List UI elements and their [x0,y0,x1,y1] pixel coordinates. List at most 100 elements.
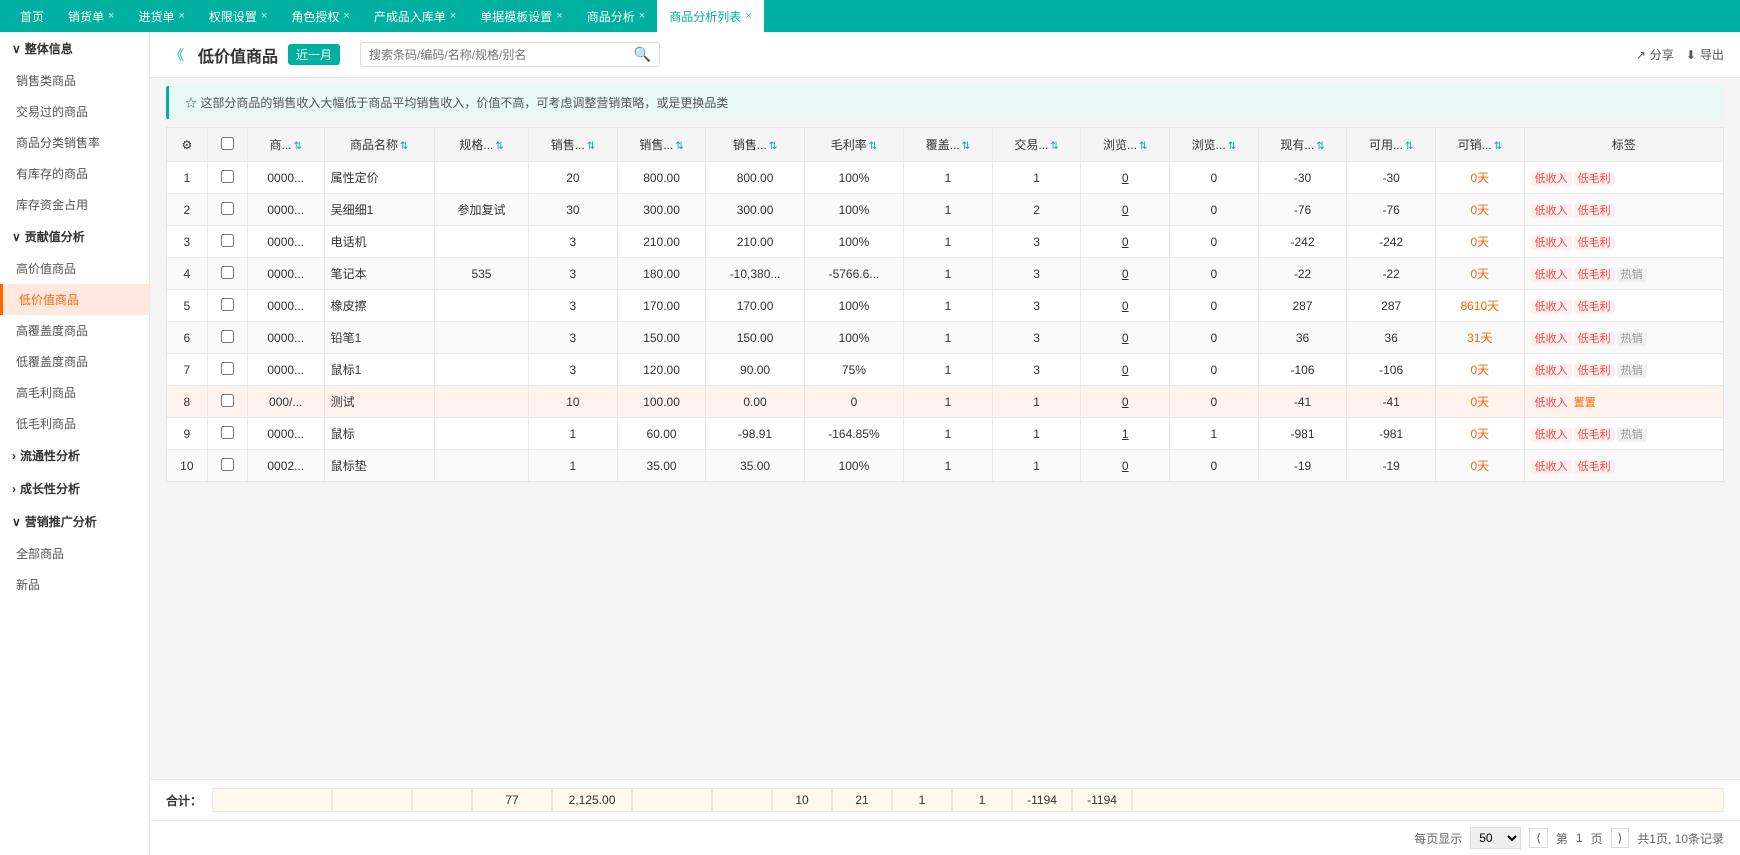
row-select-checkbox[interactable] [221,298,234,311]
sidebar-item-high-margin[interactable]: 高毛利商品 [0,377,149,408]
browse-link[interactable]: 0 [1122,331,1129,345]
sidebar-item-high-coverage[interactable]: 高覆盖度商品 [0,315,149,346]
date-badge[interactable]: 近一月 [288,44,340,65]
select-all-checkbox[interactable] [221,137,234,150]
sidebar-item-traded-goods[interactable]: 交易过的商品 [0,96,149,127]
sidebar-item-low-margin[interactable]: 低毛利商品 [0,408,149,439]
nav-close-icon[interactable]: × [178,10,184,22]
nav-close-icon[interactable]: × [450,10,456,22]
column-name[interactable]: 商品名称⇅ [324,128,434,162]
row-name[interactable]: 鼠标1 [324,354,434,386]
row-name[interactable]: 电话机 [324,226,434,258]
row-name[interactable]: 测试 [324,386,434,418]
export-button[interactable]: ⬇ 导出 [1686,46,1724,63]
row-name[interactable]: 吴细细1 [324,194,434,226]
nav-close-icon[interactable]: × [108,10,114,22]
column-coverage[interactable]: 覆盖...⇅ [904,128,993,162]
column-sales-qty[interactable]: 销售...⇅ [529,128,618,162]
nav-close-icon[interactable]: × [556,10,562,22]
row-checkbox[interactable] [207,162,247,194]
sidebar-group-growth[interactable]: › 成长性分析 [0,472,149,505]
column-transaction[interactable]: 交易...⇅ [992,128,1081,162]
column-available[interactable]: 可用...⇅ [1347,128,1436,162]
row-select-checkbox[interactable] [221,330,234,343]
column-tags[interactable]: 标签 [1524,128,1723,162]
per-page-select[interactable]: 50 100 200 [1470,827,1521,849]
browse-link[interactable]: 0 [1122,459,1129,473]
row-checkbox[interactable] [207,450,247,482]
column-spec[interactable]: 规格...⇅ [434,128,528,162]
sidebar-item-high-value[interactable]: 高价值商品 [0,253,149,284]
column-sellable[interactable]: 可销...⇅ [1435,128,1524,162]
sidebar-group-marketing[interactable]: ∨ 营销推广分析 [0,505,149,538]
sidebar-item-all-goods[interactable]: 全部商品 [0,538,149,569]
browse-link[interactable]: 0 [1122,363,1129,377]
nav-purchase-order[interactable]: 进货单 × [126,0,196,32]
nav-close-icon[interactable]: × [343,10,349,22]
row-browse1[interactable]: 0 [1081,258,1170,290]
row-select-checkbox[interactable] [221,458,234,471]
row-checkbox[interactable] [207,322,247,354]
nav-finished-goods[interactable]: 产成品入库单 × [362,0,468,32]
row-name[interactable]: 属性定价 [324,162,434,194]
sidebar-item-category-rate[interactable]: 商品分类销售率 [0,127,149,158]
nav-close-icon[interactable]: × [261,10,267,22]
row-browse1[interactable]: 0 [1081,354,1170,386]
first-page-button[interactable]: ⟨ [1529,828,1548,848]
column-margin[interactable]: 毛利率⇅ [804,128,903,162]
sidebar-item-low-coverage[interactable]: 低覆盖度商品 [0,346,149,377]
row-checkbox[interactable] [207,354,247,386]
row-name[interactable]: 鼠标 [324,418,434,450]
browse-link[interactable]: 0 [1122,235,1129,249]
browse-link[interactable]: 0 [1122,299,1129,313]
row-checkbox[interactable] [207,386,247,418]
row-select-checkbox[interactable] [221,394,234,407]
sidebar-item-sales-goods[interactable]: 销售类商品 [0,65,149,96]
nav-sales-order[interactable]: 销货单 × [56,0,126,32]
row-name[interactable]: 橡皮擦 [324,290,434,322]
sidebar-item-stocked-goods[interactable]: 有库存的商品 [0,158,149,189]
column-sales-price[interactable]: 销售...⇅ [617,128,706,162]
nav-home[interactable]: 首页 [8,0,56,32]
row-browse1[interactable]: 0 [1081,386,1170,418]
row-select-checkbox[interactable] [221,266,234,279]
browse-link[interactable]: 0 [1122,267,1129,281]
row-select-checkbox[interactable] [221,202,234,215]
nav-close-icon[interactable]: × [745,10,751,22]
row-checkbox[interactable] [207,290,247,322]
nav-goods-analysis-list[interactable]: 商品分析列表 × [657,0,763,32]
row-browse1[interactable]: 0 [1081,290,1170,322]
sidebar-group-overall[interactable]: ∨ 整体信息 [0,32,149,65]
share-button[interactable]: ↗ 分享 [1636,46,1674,63]
column-code[interactable]: 商...⇅ [247,128,324,162]
row-select-checkbox[interactable] [221,234,234,247]
nav-permissions[interactable]: 权限设置 × [197,0,279,32]
nav-goods-analysis[interactable]: 商品分析 × [575,0,657,32]
search-icon[interactable]: 🔍 [634,46,651,63]
row-checkbox[interactable] [207,194,247,226]
row-checkbox[interactable] [207,418,247,450]
sidebar-group-liquidity[interactable]: › 流通性分析 [0,439,149,472]
row-select-checkbox[interactable] [221,170,234,183]
column-browse2[interactable]: 浏览...⇅ [1170,128,1259,162]
sidebar-item-new-goods[interactable]: 新品 [0,569,149,600]
row-select-checkbox[interactable] [221,362,234,375]
row-browse1[interactable]: 0 [1081,450,1170,482]
column-sales-amount[interactable]: 销售...⇅ [706,128,804,162]
row-browse1[interactable]: 0 [1081,194,1170,226]
search-input[interactable] [369,48,634,62]
sidebar-item-stock-capital[interactable]: 库存资金占用 [0,189,149,220]
nav-roles[interactable]: 角色授权 × [279,0,361,32]
row-select-checkbox[interactable] [221,426,234,439]
sidebar-item-low-value[interactable]: 低价值商品 [0,284,149,315]
row-browse1[interactable]: 0 [1081,322,1170,354]
browse-link[interactable]: 0 [1122,203,1129,217]
row-name[interactable]: 笔记本 [324,258,434,290]
nav-close-icon[interactable]: × [639,10,645,22]
column-gear[interactable]: ⚙ [167,128,208,162]
row-checkbox[interactable] [207,258,247,290]
nav-template-settings[interactable]: 单据模板设置 × [468,0,574,32]
sidebar-group-contribution[interactable]: ∨ 贡献值分析 [0,220,149,253]
row-checkbox[interactable] [207,226,247,258]
browse-link[interactable]: 0 [1122,395,1129,409]
